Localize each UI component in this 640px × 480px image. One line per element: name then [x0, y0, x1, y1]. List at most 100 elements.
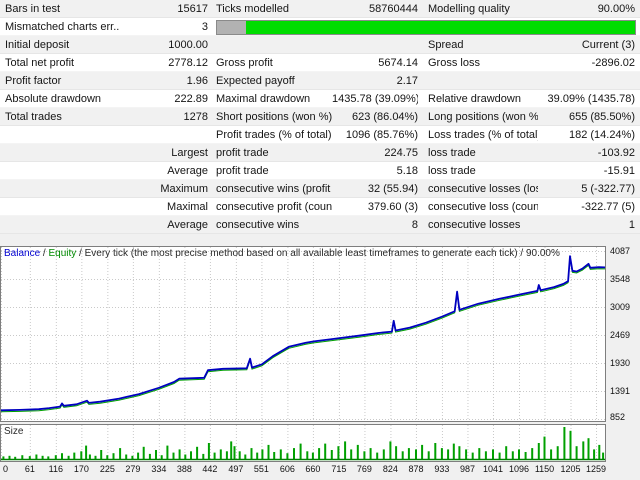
- cell-value: 8: [411, 219, 418, 231]
- table-row[interactable]: Average consecutive wins 8 consecutive loss…: [0, 216, 640, 234]
- table-row[interactable]: Profit factor 1.96 Expected payoff 2.17: [0, 72, 640, 90]
- modelling-bar-gray-segment: [217, 21, 247, 34]
- modelling-bar-green-segment: [246, 21, 635, 34]
- cell-label: loss trade: [428, 147, 476, 159]
- size-histogram-chart[interactable]: [1, 425, 605, 461]
- x-axis-label: 987: [459, 464, 475, 474]
- size-histogram-bar: [471, 452, 474, 459]
- size-histogram-bar: [440, 448, 443, 459]
- x-axis-label: 1150: [534, 464, 555, 474]
- cell-label: [208, 36, 332, 53]
- size-histogram-bar: [511, 451, 514, 459]
- cell-value: 1000.00: [168, 39, 208, 51]
- y-axis-label: 3009: [610, 301, 631, 312]
- y-axis-label: 4087: [610, 246, 631, 256]
- cell-label: [0, 216, 120, 233]
- size-histogram-bar: [61, 453, 63, 459]
- size-histogram-bar: [518, 449, 520, 459]
- size-histogram-bar: [106, 455, 109, 459]
- size-histogram-bar: [256, 452, 259, 459]
- table-row[interactable]: Total trades 1278 Short positions (won %) 6…: [0, 108, 640, 126]
- size-histogram-bar: [131, 455, 134, 459]
- size-histogram-bar: [119, 448, 122, 459]
- cell-label: [0, 144, 120, 161]
- cell-value: 5674.14: [378, 57, 418, 69]
- cell-label: Mismatched charts err...: [5, 21, 120, 33]
- size-histogram-bar: [112, 453, 115, 459]
- modelling-quality-bar: [216, 20, 636, 35]
- x-axis-label: 170: [73, 464, 89, 474]
- cell-label: Profit trades (% of total): [216, 129, 332, 141]
- x-axis-label: 225: [99, 464, 115, 474]
- cell-value: Maximum: [160, 183, 208, 195]
- size-histogram-bar: [73, 452, 76, 459]
- cell-label: Spread: [428, 39, 464, 51]
- cell-label: profit trade: [216, 147, 269, 159]
- cell-label: Gross loss: [428, 57, 480, 69]
- size-histogram-bar: [484, 451, 487, 459]
- size-histogram-bar: [238, 451, 241, 459]
- table-row[interactable]: Maximal consecutive profit (count o... 379…: [0, 198, 640, 216]
- cell-value: 224.75: [384, 147, 418, 159]
- cell-label: Total net profit: [5, 57, 75, 69]
- x-axis-label: 334: [151, 464, 167, 474]
- size-histogram-bar: [225, 451, 228, 459]
- size-histogram-bar: [85, 445, 88, 459]
- cell-label: Loss trades (% of total): [428, 129, 538, 141]
- table-row[interactable]: Bars in test 15617 Ticks modelled 58760444 M…: [0, 0, 640, 18]
- size-histogram-bar: [324, 443, 327, 459]
- cell-value: 379.60 (3): [367, 201, 418, 213]
- size-histogram-bar: [337, 446, 340, 459]
- cell-label: Modelling quality: [428, 3, 510, 15]
- size-histogram-bar: [137, 452, 140, 459]
- size-histogram-bar: [273, 452, 276, 459]
- size-histogram-bar: [478, 448, 481, 459]
- chart-gridlines: [1, 247, 605, 421]
- table-row[interactable]: Largest profit trade 224.75 loss trade -103.…: [0, 144, 640, 162]
- table-row[interactable]: Initial deposit 1000.00 Spread Current (3): [0, 36, 640, 54]
- size-histogram-bar: [505, 446, 508, 459]
- cell-value: 2778.12: [168, 57, 208, 69]
- cell-label: Long positions (won %): [428, 111, 538, 123]
- x-axis-label: 1096: [508, 464, 529, 474]
- table-row[interactable]: Maximum consecutive wins (profit in ... 32…: [0, 180, 640, 198]
- table-row[interactable]: Absolute drawdown 222.89 Maximal drawdown 1…: [0, 90, 640, 108]
- cell-label: consecutive losses: [428, 219, 521, 231]
- size-histogram-bar: [196, 446, 199, 459]
- x-axis-label: 388: [176, 464, 192, 474]
- cell-value: Maximal: [167, 201, 208, 213]
- size-histogram-bar: [447, 449, 450, 459]
- table-row[interactable]: Average profit trade 5.18 loss trade -15.91: [0, 162, 640, 180]
- size-histogram-bar: [582, 441, 585, 459]
- x-axis-label: 279: [125, 464, 141, 474]
- size-histogram-bar: [556, 446, 559, 459]
- cell-label: consecutive wins: [216, 219, 300, 231]
- size-histogram-panel[interactable]: Size: [0, 424, 606, 462]
- cell-value: -15.91: [603, 165, 635, 177]
- size-histogram-bar: [80, 451, 83, 459]
- cell-label: Total trades: [5, 111, 62, 123]
- size-histogram-bar: [100, 450, 103, 459]
- table-row[interactable]: Profit trades (% of total) 1096 (85.76%) L…: [0, 126, 640, 144]
- size-histogram-bar: [54, 455, 57, 459]
- size-histogram-bar: [190, 451, 192, 459]
- cell-value: 1.96: [186, 75, 208, 87]
- x-axis-label: 715: [331, 464, 347, 474]
- cell-label: Ticks modelled: [216, 3, 289, 15]
- legend-description: Every tick (the most precise method base…: [84, 248, 560, 259]
- balance-equity-chart[interactable]: [1, 247, 605, 421]
- balance-chart-panel[interactable]: Balance / Equity / Every tick (the most …: [0, 246, 606, 422]
- cell-label: Profit factor: [5, 75, 62, 87]
- size-histogram-bar: [184, 454, 187, 459]
- size-histogram-bar: [233, 446, 236, 459]
- table-row[interactable]: Total net profit 2778.12 Gross profit 5674.…: [0, 54, 640, 72]
- size-histogram-bar: [452, 443, 455, 459]
- table-row[interactable]: Mismatched charts err... 3: [0, 18, 640, 36]
- size-histogram-bar: [356, 444, 359, 459]
- size-histogram-bar: [407, 448, 410, 459]
- cell-label: consecutive profit (count o...: [216, 201, 332, 213]
- cell-label: [0, 180, 120, 197]
- cell-label: [0, 126, 120, 143]
- cell-value: 1435.78 (39.09%): [332, 93, 418, 105]
- size-histogram-bar: [537, 443, 540, 459]
